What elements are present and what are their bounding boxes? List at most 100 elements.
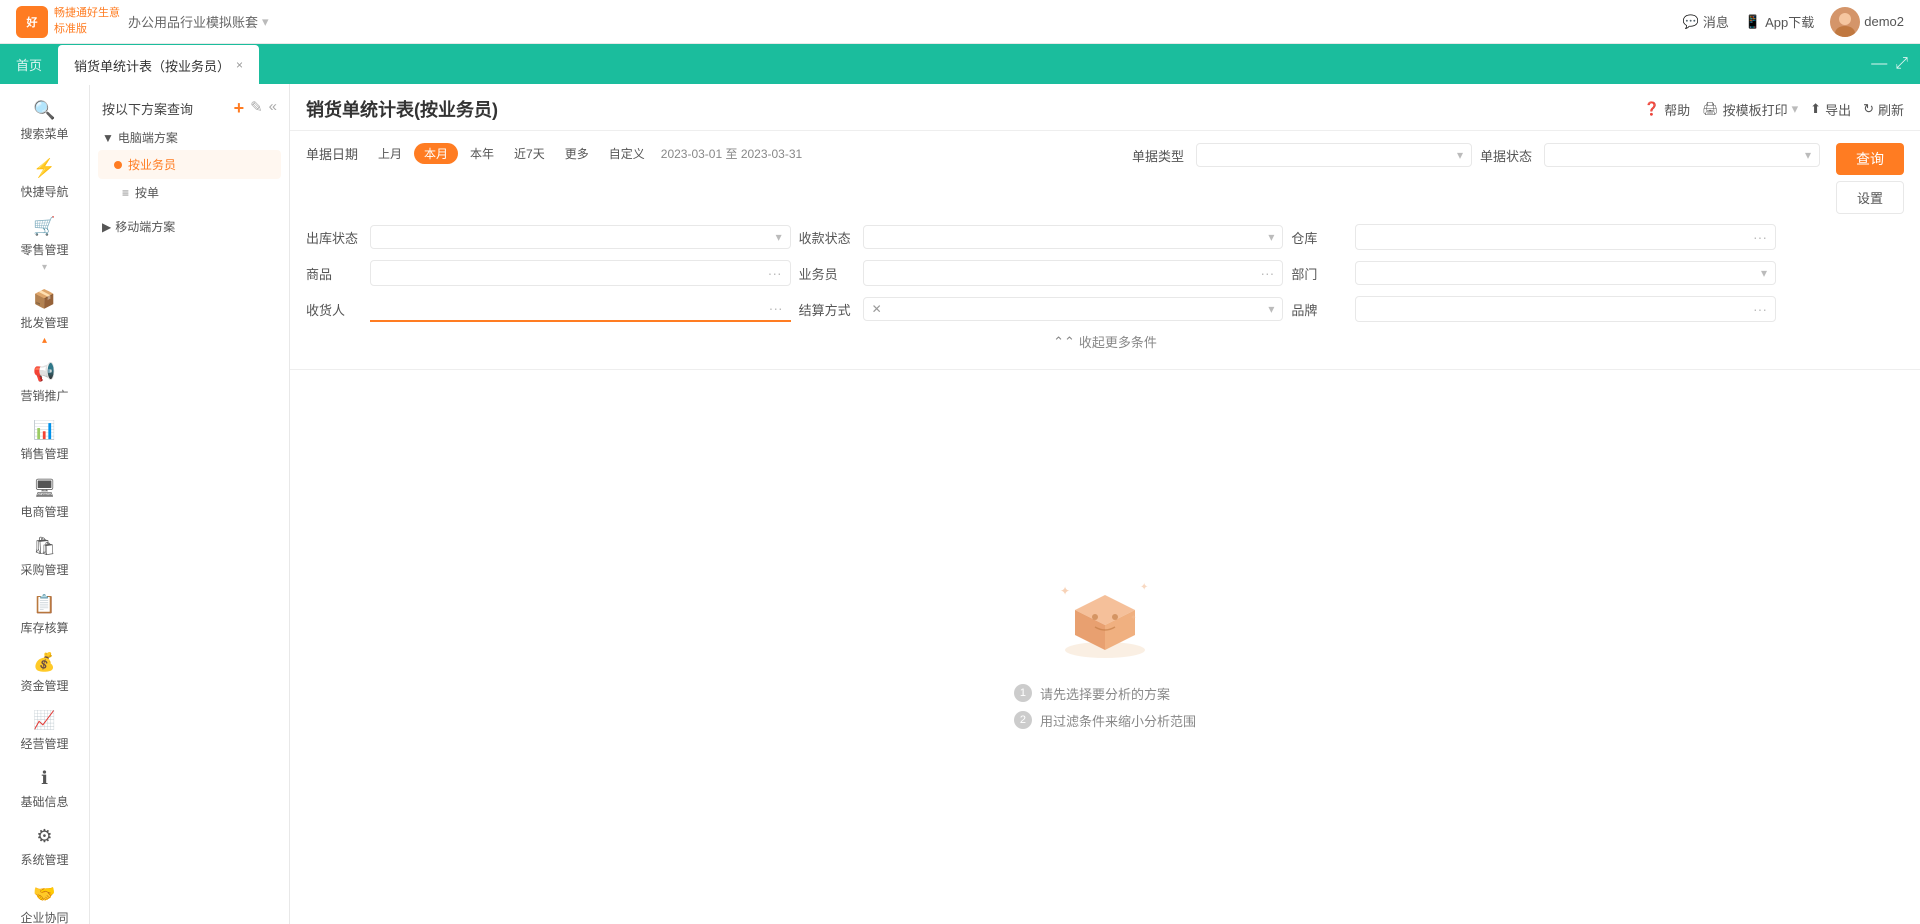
set-button[interactable]: 设置 [1836, 181, 1904, 214]
query-button[interactable]: 查询 [1836, 143, 1904, 175]
dept-control[interactable]: ▾ [1355, 261, 1776, 285]
sidebar-item-operations[interactable]: 📈 经营管理 [0, 702, 89, 760]
date-filter: 上月 本月 本年 近7天 更多 自定义 2023-03-01 至 2023-03… [370, 143, 802, 164]
breadcrumb: 办公用品行业模拟账套 ▾ [128, 12, 269, 31]
home-tab[interactable]: 首页 [0, 44, 58, 84]
collapse-btn[interactable]: ⌃⌃ 收起更多条件 [1053, 332, 1157, 351]
messages-btn[interactable]: 💬 消息 [1683, 12, 1729, 31]
sidebar-item-quick[interactable]: ⚡ 快捷导航 [0, 150, 89, 208]
scheme-by-salesperson[interactable]: 按业务员 [98, 150, 281, 179]
page-title: 销货单统计表(按业务员) [306, 96, 498, 122]
date-this-year[interactable]: 本年 [462, 143, 502, 164]
active-dot [114, 161, 122, 169]
sidebar-item-inventory[interactable]: 📋 库存核算 [0, 586, 89, 644]
sidebar-item-label: 销售管理 [20, 445, 68, 462]
goods-control[interactable]: ··· [370, 260, 791, 286]
consignee-control[interactable]: ··· [370, 296, 791, 322]
mobile-group-header[interactable]: ▶ 移动端方案 [98, 214, 281, 239]
date-more[interactable]: 更多 [557, 143, 597, 164]
settlement-clear[interactable]: ✕ [872, 302, 882, 316]
sidebar-item-ecommerce[interactable]: 🖥 电商管理 [0, 470, 89, 528]
retail-icon: 🛒 [33, 216, 55, 237]
tip-text-1: 请先选择要分析的方案 [1040, 684, 1170, 703]
sidebar-item-label: 采购管理 [20, 561, 68, 578]
sidebar-item-search[interactable]: 🔍 搜索菜单 [0, 92, 89, 150]
page-header: 销货单统计表(按业务员) ❓ 帮助 🖨 按模板打印 ▾ ⬆ 导出 [290, 84, 1920, 131]
order-status-arrow: ▾ [1805, 148, 1811, 162]
sidebar-item-retail[interactable]: 🛒 零售管理 ▾ [0, 208, 89, 281]
breadcrumb-arrow: ▾ [262, 14, 269, 30]
tab-minimize-icon[interactable]: — [1871, 55, 1887, 73]
action-btns: 查询 设置 [1836, 143, 1904, 214]
sidebar-item-sales[interactable]: 📊 销售管理 [0, 412, 89, 470]
help-btn[interactable]: ❓ 帮助 [1644, 100, 1690, 119]
sidebar-item-finance[interactable]: 💰 资金管理 [0, 644, 89, 702]
outbound-control[interactable]: ▾ [370, 225, 791, 249]
app-download-btn[interactable]: 📱 App下载 [1745, 12, 1814, 31]
sidebar-item-label: 零售管理 [20, 241, 68, 258]
export-btn[interactable]: ⬆ 导出 [1810, 100, 1851, 119]
receipt-control[interactable]: ▾ [863, 225, 1284, 249]
salesperson-control[interactable]: ··· [863, 260, 1284, 286]
date-this-month[interactable]: 本月 [414, 143, 458, 164]
consignee-label: 收货人 [306, 300, 362, 319]
help-icon: ❓ [1644, 101, 1660, 117]
print-btn[interactable]: 🖨 按模板打印 ▾ [1702, 100, 1798, 119]
tab-maximize-icon[interactable]: ⤢ [1895, 55, 1908, 73]
operations-icon: 📈 [33, 710, 55, 731]
desktop-group-header[interactable]: ▼ 电脑端方案 [98, 125, 281, 150]
sub-label: 按单 [135, 184, 159, 201]
sidebar-item-purchase[interactable]: 🛍 采购管理 [0, 528, 89, 586]
user-menu[interactable]: demo2 [1830, 7, 1904, 37]
breadcrumb-text: 办公用品行业模拟账套 [128, 12, 258, 31]
edit-scheme-btn[interactable]: ✎ [250, 98, 263, 119]
svg-text:✦: ✦ [1130, 613, 1137, 622]
add-scheme-btn[interactable]: + [234, 98, 245, 119]
warehouse-control[interactable]: ··· [1355, 224, 1776, 250]
page-header-actions: ❓ 帮助 🖨 按模板打印 ▾ ⬆ 导出 ↻ 刷新 [1644, 100, 1904, 119]
wholesale-icon: 📦 [33, 289, 55, 310]
logo-text: 畅捷通好生意 标准版 [54, 6, 120, 37]
order-type-control[interactable]: ▾ [1196, 143, 1472, 167]
sidebar-item-collab[interactable]: 🤝 企业协同 [0, 876, 89, 924]
date-custom[interactable]: 自定义 [601, 143, 653, 164]
quick-icon: ⚡ [33, 158, 55, 179]
settlement-control[interactable]: ✕ ▾ [863, 297, 1284, 321]
tab-actions: — ⤢ [1871, 55, 1920, 73]
sidebar-item-basic[interactable]: ℹ 基础信息 [0, 760, 89, 818]
tab-close-btn[interactable]: × [236, 58, 243, 72]
top-bar-right: 💬 消息 📱 App下载 demo2 [1683, 7, 1904, 37]
scheme-by-order[interactable]: ≡ 按单 [98, 179, 281, 206]
left-panel-actions: + ✎ « [234, 98, 277, 119]
page-body: 按以下方案查询 + ✎ « ▼ 电脑端方案 按业务员 ≡ 按单 [90, 84, 1920, 924]
svg-text:✦: ✦ [1140, 582, 1148, 593]
main-content: 按以下方案查询 + ✎ « ▼ 电脑端方案 按业务员 ≡ 按单 [90, 84, 1920, 924]
left-panel-title: 按以下方案查询 [102, 99, 193, 118]
active-tab[interactable]: 销货单统计表（按业务员） × [58, 45, 259, 85]
settlement-arrow: ▾ [1268, 302, 1274, 316]
salesperson-label: 业务员 [799, 264, 855, 283]
empty-tip-2: 2 用过滤条件来缩小分析范围 [1014, 711, 1196, 730]
collapse-panel-btn[interactable]: « [269, 98, 277, 119]
sidebar-item-label: 营销推广 [20, 387, 68, 404]
brand-more: ··· [1753, 301, 1767, 317]
logo-box: 好 畅捷通好生意 标准版 [16, 6, 120, 38]
active-tab-label: 销货单统计表（按业务员） [74, 56, 230, 75]
collapse-row: ⌃⌃ 收起更多条件 [306, 326, 1904, 357]
refresh-btn[interactable]: ↻ 刷新 [1863, 100, 1904, 119]
date-last-month[interactable]: 上月 [370, 143, 410, 164]
sidebar-item-marketing[interactable]: 📢 营销推广 [0, 354, 89, 412]
order-status-control[interactable]: ▾ [1544, 143, 1820, 167]
brand-control[interactable]: ··· [1355, 296, 1776, 322]
top-bar-left: 好 畅捷通好生意 标准版 办公用品行业模拟账套 ▾ [16, 6, 269, 38]
sidebar-item-system[interactable]: ⚙ 系统管理 [0, 818, 89, 876]
dept-arrow: ▾ [1761, 266, 1767, 280]
sidebar-item-wholesale[interactable]: 📦 批发管理 ▴ [0, 281, 89, 354]
date-7days[interactable]: 近7天 [506, 143, 553, 164]
svg-text:好: 好 [26, 15, 38, 29]
sidebar: 🔍 搜索菜单 ⚡ 快捷导航 🛒 零售管理 ▾ 📦 批发管理 ▴ 📢 营销推广 📊… [0, 84, 90, 924]
group-label: 移动端方案 [115, 218, 175, 235]
sidebar-item-label: 资金管理 [20, 677, 68, 694]
system-icon: ⚙ [36, 826, 52, 847]
refresh-label: 刷新 [1878, 100, 1904, 119]
